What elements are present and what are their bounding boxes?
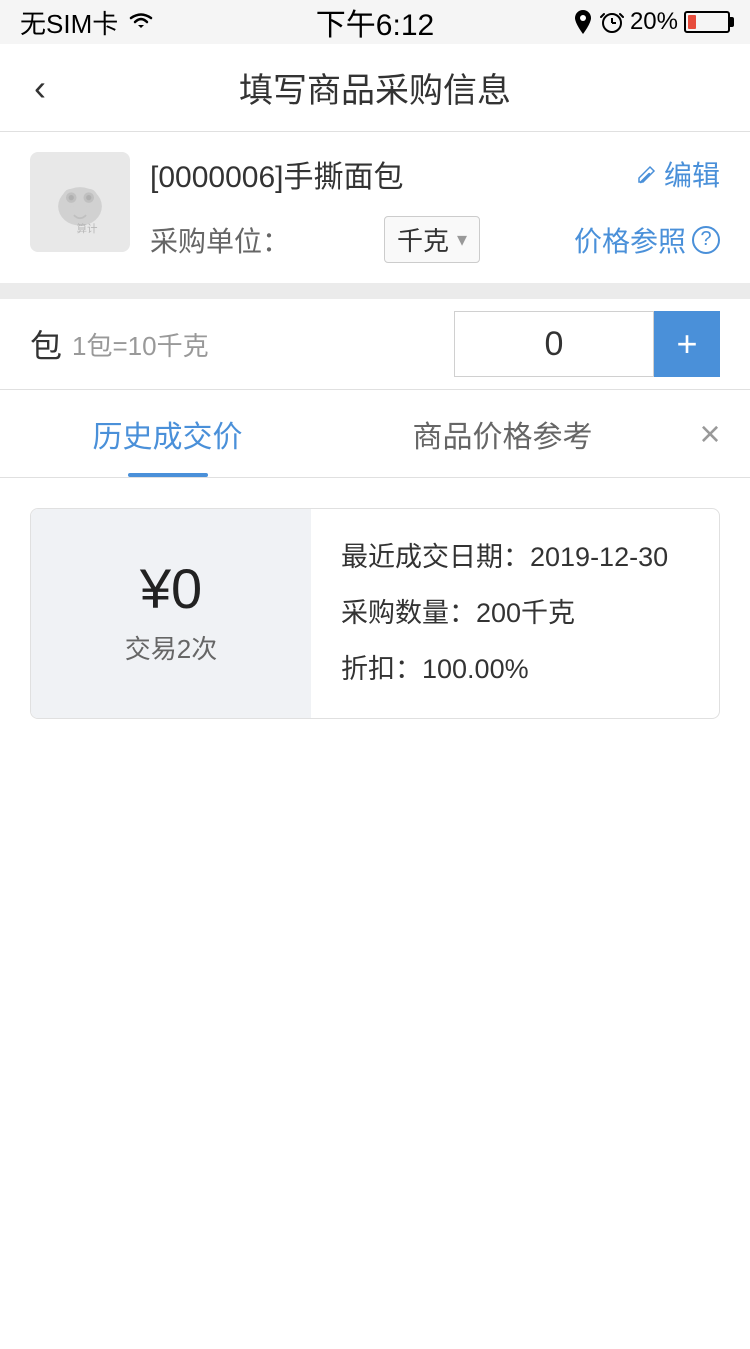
trade-count: 交易2次 <box>125 629 217 666</box>
section-divider <box>0 283 750 299</box>
history-price: ¥0 <box>140 561 202 617</box>
history-card: ¥0 交易2次 最近成交日期：2019-12-30 采购数量：200千克 折扣：… <box>30 508 720 719</box>
unit-equiv: 1包=10千克 <box>72 326 209 363</box>
chevron-down-icon: ▾ <box>457 227 467 252</box>
status-bar: 无SIM卡 下午6:12 20% <box>0 0 750 44</box>
plus-icon: + <box>676 323 697 365</box>
tab-active-indicator <box>128 473 208 477</box>
alarm-icon <box>600 9 624 35</box>
edit-icon <box>636 163 658 185</box>
product-details: [0000006]手撕面包 编辑 采购单位： 千克 ▾ 价格参照 <box>150 152 720 263</box>
location-icon <box>572 9 594 35</box>
tab-history-label: 历史成交价 <box>93 412 243 456</box>
recent-date-label: 最近成交日期： <box>341 542 530 572</box>
status-signal: 无SIM卡 <box>20 4 156 41</box>
edit-button[interactable]: 编辑 <box>636 154 720 194</box>
back-arrow-icon: ‹ <box>34 70 46 106</box>
price-ref-label: 价格参照 <box>574 220 686 260</box>
close-icon: × <box>699 413 720 455</box>
qty-value: 200千克 <box>476 598 575 628</box>
status-right-group: 20% <box>572 8 730 36</box>
product-section: 算计 [0000006]手撕面包 编辑 采购单位： 千克 ▾ <box>0 132 750 283</box>
price-ref-help-icon: ? <box>692 226 720 254</box>
product-thumbnail: 算计 <box>30 152 130 252</box>
discount-row: 折扣：100.00% <box>341 651 689 689</box>
close-button[interactable]: × <box>670 390 750 478</box>
purchase-unit-row: 采购单位： 千克 ▾ 价格参照 ? <box>150 216 720 263</box>
unit-value: 千克 <box>397 221 449 258</box>
nav-bar: ‹ 填写商品采购信息 <box>0 44 750 132</box>
wifi-icon <box>126 10 156 34</box>
tab-product-label: 商品价格参考 <box>413 412 593 456</box>
recent-date-value: 2019-12-30 <box>530 542 668 572</box>
status-time: 下午6:12 <box>316 0 434 44</box>
unit-char: 包 <box>30 321 62 367</box>
quantity-plus-button[interactable]: + <box>654 311 720 377</box>
price-ref-button[interactable]: 价格参照 ? <box>574 220 720 260</box>
product-name: [0000006]手撕面包 <box>150 152 403 196</box>
discount-label: 折扣： <box>341 654 422 684</box>
nav-title: 填写商品采购信息 <box>239 63 511 112</box>
product-logo-icon: 算计 <box>45 167 115 237</box>
page-rest <box>0 749 750 1349</box>
quantity-row: 包 1包=10千克 + <box>0 299 750 389</box>
history-card-left: ¥0 交易2次 <box>31 509 311 718</box>
tabs-section: 历史成交价 商品价格参考 × ¥0 交易2次 最近成交日期：2019-12-30… <box>0 390 750 749</box>
back-button[interactable]: ‹ <box>0 44 80 132</box>
history-content: ¥0 交易2次 最近成交日期：2019-12-30 采购数量：200千克 折扣：… <box>0 478 750 749</box>
unit-select[interactable]: 千克 ▾ <box>384 216 480 263</box>
recent-date-row: 最近成交日期：2019-12-30 <box>341 539 689 577</box>
discount-value: 100.00% <box>422 654 529 684</box>
qty-label: 采购数量： <box>341 598 476 628</box>
sim-text: 无SIM卡 <box>20 4 118 41</box>
tabs-header: 历史成交价 商品价格参考 × <box>0 390 750 478</box>
history-card-right: 最近成交日期：2019-12-30 采购数量：200千克 折扣：100.00% <box>311 509 719 718</box>
battery-text: 20% <box>630 8 678 36</box>
unit-label: 采购单位： <box>150 220 290 260</box>
quantity-control: + <box>454 311 720 377</box>
quantity-input[interactable] <box>454 311 654 377</box>
qty-row: 采购数量：200千克 <box>341 595 689 633</box>
edit-label: 编辑 <box>664 154 720 194</box>
svg-text:算计: 算计 <box>77 222 98 235</box>
unit-label-group: 包 1包=10千克 <box>30 321 454 367</box>
tab-product-price[interactable]: 商品价格参考 <box>335 390 670 477</box>
product-name-row: [0000006]手撕面包 编辑 <box>150 152 720 196</box>
product-header: 算计 [0000006]手撕面包 编辑 采购单位： 千克 ▾ <box>30 152 720 263</box>
battery-icon <box>684 11 730 33</box>
tab-history-price[interactable]: 历史成交价 <box>0 390 335 477</box>
